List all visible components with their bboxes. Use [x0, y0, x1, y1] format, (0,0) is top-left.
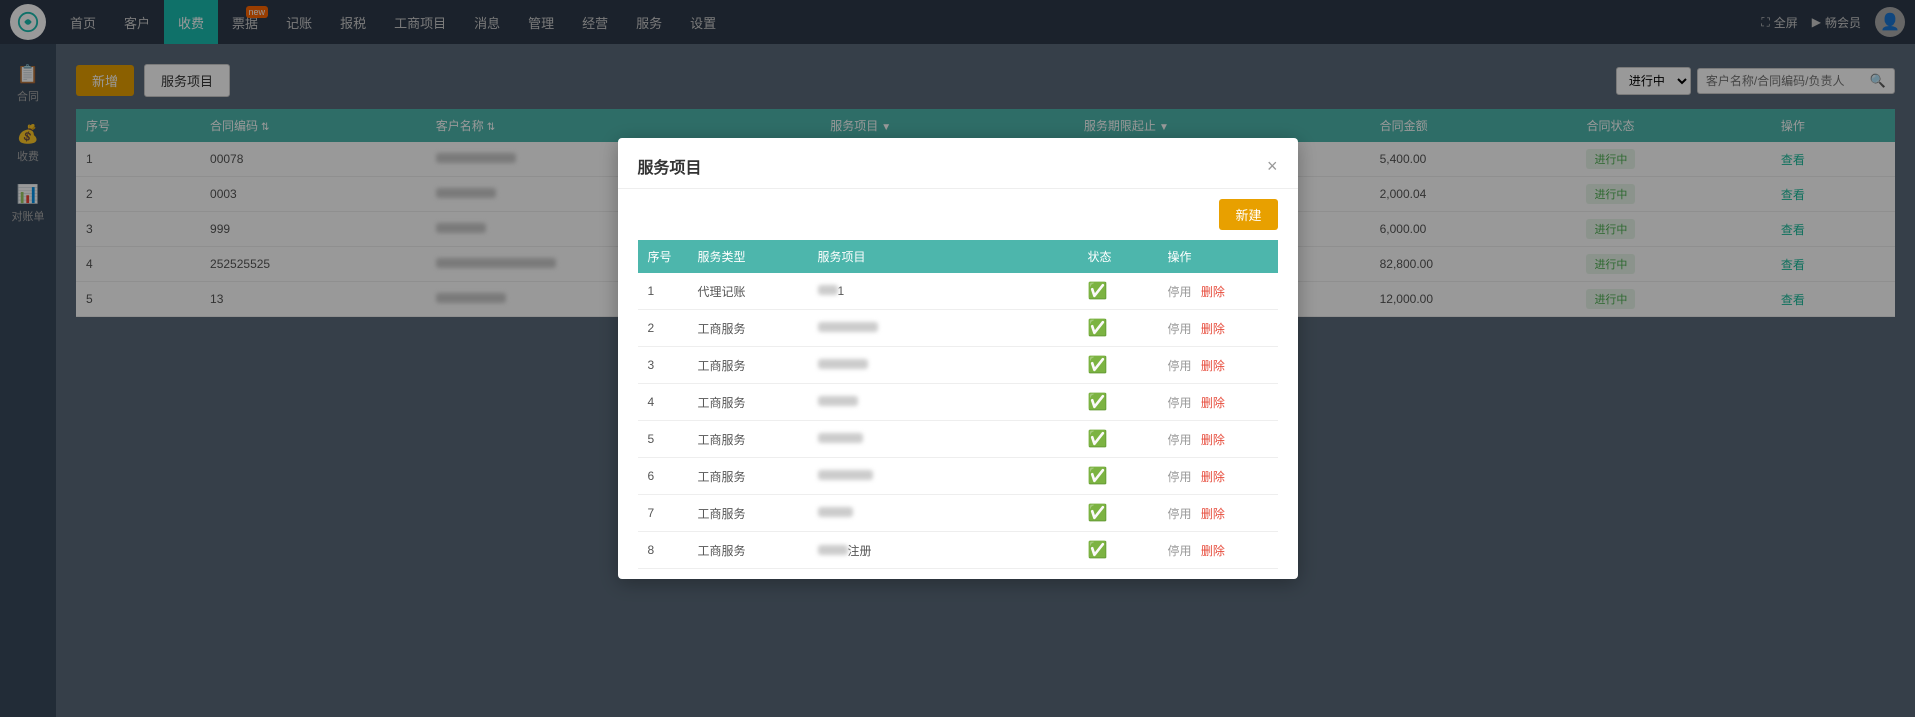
delete-button[interactable]: 删除: [1201, 396, 1225, 410]
modal-cell-action: 停用 删除: [1158, 384, 1278, 421]
status-check-icon: ✅: [1088, 431, 1108, 448]
modal-cell-type: 工商服务: [688, 347, 808, 384]
modal-new-button[interactable]: 新建: [1219, 199, 1277, 230]
modal-table-row: 8 工商服务 注册 ✅ 停用 删除: [638, 532, 1278, 569]
stop-button[interactable]: 停用: [1168, 359, 1192, 373]
modal-cell-status: ✅: [1078, 495, 1158, 532]
modal-col-type: 服务类型: [688, 240, 808, 273]
modal-cell-seq: 2: [638, 310, 688, 347]
status-check-icon: ✅: [1088, 320, 1108, 337]
modal-cell-seq: 7: [638, 495, 688, 532]
modal-table-row: 2 工商服务 ✅ 停用 删除: [638, 310, 1278, 347]
modal-toolbar: 新建: [618, 189, 1298, 240]
modal-table-row: 5 工商服务 ✅ 停用 删除: [638, 421, 1278, 458]
stop-button[interactable]: 停用: [1168, 285, 1192, 299]
modal-cell-seq: 1: [638, 273, 688, 310]
modal-body: 序号 服务类型 服务项目 状态 操作 1 代理记账 1 ✅: [618, 240, 1298, 579]
modal-table-row: 4 工商服务 ✅ 停用 删除: [638, 384, 1278, 421]
stop-button[interactable]: 停用: [1168, 396, 1192, 410]
modal-cell-type: 工商服务: [688, 532, 808, 569]
stop-button[interactable]: 停用: [1168, 507, 1192, 521]
modal-cell-action: 停用 删除: [1158, 532, 1278, 569]
status-check-icon: ✅: [1088, 283, 1108, 300]
modal-cell-action: 停用 删除: [1158, 273, 1278, 310]
stop-button[interactable]: 停用: [1168, 433, 1192, 447]
stop-button[interactable]: 停用: [1168, 544, 1192, 558]
modal-cell-status: ✅: [1078, 421, 1158, 458]
modal-cell-type: 工商服务: [688, 384, 808, 421]
modal-cell-item: [808, 495, 1078, 532]
modal-cell-seq: 6: [638, 458, 688, 495]
modal-cell-type: 工商服务: [688, 458, 808, 495]
modal-col-seq: 序号: [638, 240, 688, 273]
modal-col-status: 状态: [1078, 240, 1158, 273]
modal-cell-item: [808, 421, 1078, 458]
modal-cell-status: ✅: [1078, 273, 1158, 310]
modal-cell-action: 停用 删除: [1158, 421, 1278, 458]
delete-button[interactable]: 删除: [1201, 544, 1225, 558]
modal-cell-action: 停用 删除: [1158, 347, 1278, 384]
modal-cell-seq: 5: [638, 421, 688, 458]
modal-cell-status: ✅: [1078, 384, 1158, 421]
status-check-icon: ✅: [1088, 357, 1108, 374]
modal-cell-item: 1: [808, 273, 1078, 310]
modal-cell-seq: 3: [638, 347, 688, 384]
modal-table-row: 3 工商服务 ✅ 停用 删除: [638, 347, 1278, 384]
modal-cell-item: [808, 458, 1078, 495]
modal-cell-type: 工商服务: [688, 421, 808, 458]
delete-button[interactable]: 删除: [1201, 322, 1225, 336]
modal-cell-status: ✅: [1078, 458, 1158, 495]
stop-button[interactable]: 停用: [1168, 470, 1192, 484]
modal-title: 服务项目: [638, 154, 702, 178]
modal-cell-action: 停用 删除: [1158, 310, 1278, 347]
modal-table-row: 6 工商服务 ✅ 停用 删除: [638, 458, 1278, 495]
modal-col-action: 操作: [1158, 240, 1278, 273]
modal-cell-status: ✅: [1078, 310, 1158, 347]
modal-col-item: 服务项目: [808, 240, 1078, 273]
modal-cell-item: [808, 384, 1078, 421]
delete-button[interactable]: 删除: [1201, 507, 1225, 521]
delete-button[interactable]: 删除: [1201, 359, 1225, 373]
service-modal: 服务项目 × 新建 序号 服务类型 服务项目 状态 操作: [618, 138, 1298, 579]
status-check-icon: ✅: [1088, 394, 1108, 411]
modal-cell-seq: 8: [638, 532, 688, 569]
delete-button[interactable]: 删除: [1201, 285, 1225, 299]
modal-header: 服务项目 ×: [618, 138, 1298, 189]
status-check-icon: ✅: [1088, 505, 1108, 522]
modal-overlay[interactable]: 服务项目 × 新建 序号 服务类型 服务项目 状态 操作: [0, 0, 1915, 717]
modal-cell-action: 停用 删除: [1158, 458, 1278, 495]
modal-close-button[interactable]: ×: [1267, 157, 1278, 175]
modal-cell-item: 注册: [808, 532, 1078, 569]
modal-table-row: 1 代理记账 1 ✅ 停用 删除: [638, 273, 1278, 310]
delete-button[interactable]: 删除: [1201, 433, 1225, 447]
service-items-table: 序号 服务类型 服务项目 状态 操作 1 代理记账 1 ✅: [638, 240, 1278, 569]
modal-cell-type: 工商服务: [688, 310, 808, 347]
status-check-icon: ✅: [1088, 542, 1108, 559]
modal-cell-type: 代理记账: [688, 273, 808, 310]
delete-button[interactable]: 删除: [1201, 470, 1225, 484]
stop-button[interactable]: 停用: [1168, 322, 1192, 336]
modal-cell-status: ✅: [1078, 347, 1158, 384]
modal-table-row: 7 工商服务 ✅ 停用 删除: [638, 495, 1278, 532]
modal-cell-action: 停用 删除: [1158, 495, 1278, 532]
status-check-icon: ✅: [1088, 468, 1108, 485]
modal-cell-item: [808, 310, 1078, 347]
modal-cell-item: [808, 347, 1078, 384]
modal-cell-seq: 4: [638, 384, 688, 421]
modal-cell-status: ✅: [1078, 532, 1158, 569]
modal-table-wrap[interactable]: 序号 服务类型 服务项目 状态 操作 1 代理记账 1 ✅: [638, 240, 1278, 569]
modal-cell-type: 工商服务: [688, 495, 808, 532]
